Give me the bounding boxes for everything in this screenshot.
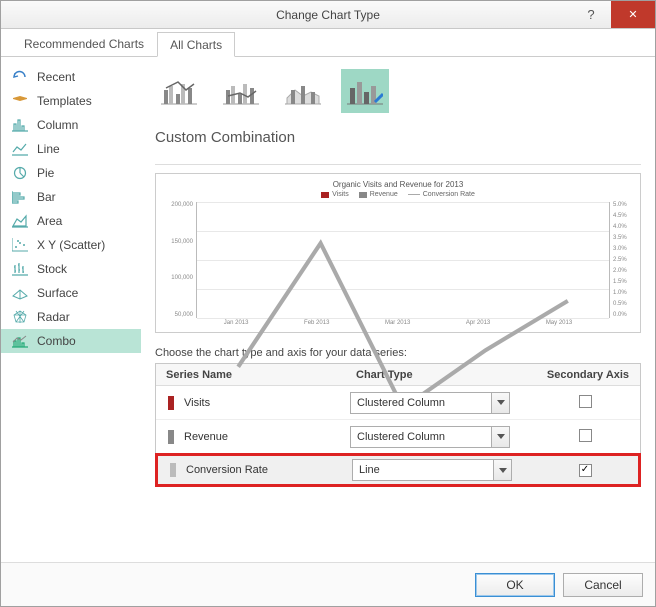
plot-area: [196, 202, 610, 318]
chevron-down-icon: [493, 460, 511, 480]
surface-icon: [11, 285, 29, 301]
header-secondary-axis: Secondary Axis: [536, 369, 640, 381]
sidebar-item-label: X Y (Scatter): [37, 238, 105, 252]
dialog-body: Recent Templates Column Line Pie Bar: [1, 57, 655, 562]
secondary-axis-checkbox-conversion-rate[interactable]: ✓: [579, 464, 592, 477]
change-chart-type-dialog: Change Chart Type ? Recommended Charts A…: [0, 0, 656, 607]
legend-revenue: Revenue: [359, 191, 398, 198]
series-table-header: Series Name Chart Type Secondary Axis: [156, 364, 640, 386]
header-series-name: Series Name: [156, 369, 356, 381]
sidebar-item-stock[interactable]: Stock: [1, 257, 141, 281]
cancel-button[interactable]: Cancel: [563, 573, 643, 597]
sidebar-item-radar[interactable]: Radar: [1, 305, 141, 329]
sidebar-item-area[interactable]: Area: [1, 209, 141, 233]
sidebar-item-label: Line: [37, 142, 60, 156]
subtype-clustered-column-line[interactable]: [155, 69, 203, 113]
sidebar-item-line[interactable]: Line: [1, 137, 141, 161]
radar-icon: [11, 309, 29, 325]
subtype-stacked-area-column[interactable]: [279, 69, 327, 113]
series-section-label: Choose the chart type and axis for your …: [155, 347, 641, 359]
sidebar-item-pie[interactable]: Pie: [1, 161, 141, 185]
sidebar-item-label: Stock: [37, 262, 67, 276]
chart-preview[interactable]: Organic Visits and Revenue for 2013 Visi…: [155, 173, 641, 333]
chart-plot: 200,000 150,000 100,000 50,000: [164, 202, 632, 318]
sidebar-item-column[interactable]: Column: [1, 113, 141, 137]
sidebar-item-templates[interactable]: Templates: [1, 89, 141, 113]
chart-type-dropdown-conversion-rate[interactable]: Line: [352, 459, 512, 481]
combo-subtype-row: [155, 69, 641, 113]
secondary-axis-checkbox-visits[interactable]: [579, 395, 592, 408]
subtype-clustered-column-line-secondary[interactable]: [217, 69, 265, 113]
sidebar-item-label: Templates: [37, 94, 92, 108]
chart-type-dropdown-visits[interactable]: Clustered Column: [350, 392, 510, 414]
chart-title: Organic Visits and Revenue for 2013: [164, 180, 632, 189]
pie-icon: [11, 165, 29, 181]
series-row-revenue: Revenue Clustered Column: [156, 420, 640, 454]
ok-button[interactable]: OK: [475, 573, 555, 597]
templates-icon: [11, 93, 29, 109]
sidebar-item-label: Radar: [37, 310, 70, 324]
column-icon: [11, 117, 29, 133]
sidebar-item-label: Surface: [37, 286, 78, 300]
area-icon: [11, 213, 29, 229]
series-name: Conversion Rate: [186, 464, 352, 476]
scatter-icon: [11, 237, 29, 253]
chart-bars: [197, 202, 609, 318]
sidebar-item-surface[interactable]: Surface: [1, 281, 141, 305]
section-title: Custom Combination: [155, 129, 641, 146]
sidebar-item-label: Pie: [37, 166, 54, 180]
bar-icon: [11, 189, 29, 205]
secondary-axis-checkbox-revenue[interactable]: [579, 429, 592, 442]
line-icon: [11, 141, 29, 157]
header-chart-type: Chart Type: [356, 369, 536, 381]
titlebar: Change Chart Type ?: [1, 1, 655, 29]
legend-conversion-rate: Conversion Rate: [408, 191, 475, 198]
main-panel: Custom Combination Organic Visits and Re…: [141, 57, 655, 562]
tab-bar: Recommended Charts All Charts: [1, 29, 655, 57]
series-color-swatch: [168, 430, 174, 444]
recent-icon: [11, 69, 29, 85]
sidebar-item-recent[interactable]: Recent: [1, 65, 141, 89]
sidebar-item-label: Column: [37, 118, 78, 132]
series-color-swatch: [170, 463, 176, 477]
stock-icon: [11, 261, 29, 277]
sidebar-item-label: Area: [37, 214, 62, 228]
y-axis-secondary: 5.0% 4.5% 4.0% 3.5% 3.0% 2.5% 2.0% 1.5% …: [610, 202, 632, 318]
series-row-conversion-rate: Conversion Rate Line ✓: [155, 453, 641, 487]
series-name: Visits: [184, 397, 350, 409]
dialog-footer: OK Cancel: [1, 562, 655, 606]
series-name: Revenue: [184, 431, 350, 443]
legend-visits: Visits: [321, 191, 349, 198]
sidebar-item-label: Combo: [37, 334, 76, 348]
sidebar-item-label: Recent: [37, 70, 75, 84]
sidebar-item-combo[interactable]: Combo: [1, 329, 141, 353]
window-title: Change Chart Type: [276, 8, 380, 22]
titlebar-buttons: ?: [571, 1, 655, 28]
chevron-down-icon: [491, 393, 509, 413]
chart-legend: Visits Revenue Conversion Rate: [164, 191, 632, 198]
y-axis-primary: 200,000 150,000 100,000 50,000: [164, 202, 196, 318]
subtype-custom-combination[interactable]: [341, 69, 389, 113]
series-row-visits: Visits Clustered Column: [156, 386, 640, 420]
x-axis: Jan 2013 Feb 2013 Mar 2013 Apr 2013 May …: [164, 320, 632, 326]
help-button[interactable]: ?: [571, 1, 611, 28]
divider: [155, 164, 641, 165]
series-color-swatch: [168, 396, 174, 410]
chart-type-dropdown-revenue[interactable]: Clustered Column: [350, 426, 510, 448]
chart-category-sidebar: Recent Templates Column Line Pie Bar: [1, 57, 141, 562]
tab-recommended-charts[interactable]: Recommended Charts: [11, 31, 157, 56]
sidebar-item-scatter[interactable]: X Y (Scatter): [1, 233, 141, 257]
series-table: Series Name Chart Type Secondary Axis Vi…: [155, 363, 641, 487]
combo-icon: [11, 333, 29, 349]
sidebar-item-label: Bar: [37, 190, 56, 204]
close-button[interactable]: [611, 1, 655, 28]
chevron-down-icon: [491, 427, 509, 447]
tab-all-charts[interactable]: All Charts: [157, 32, 235, 57]
sidebar-item-bar[interactable]: Bar: [1, 185, 141, 209]
